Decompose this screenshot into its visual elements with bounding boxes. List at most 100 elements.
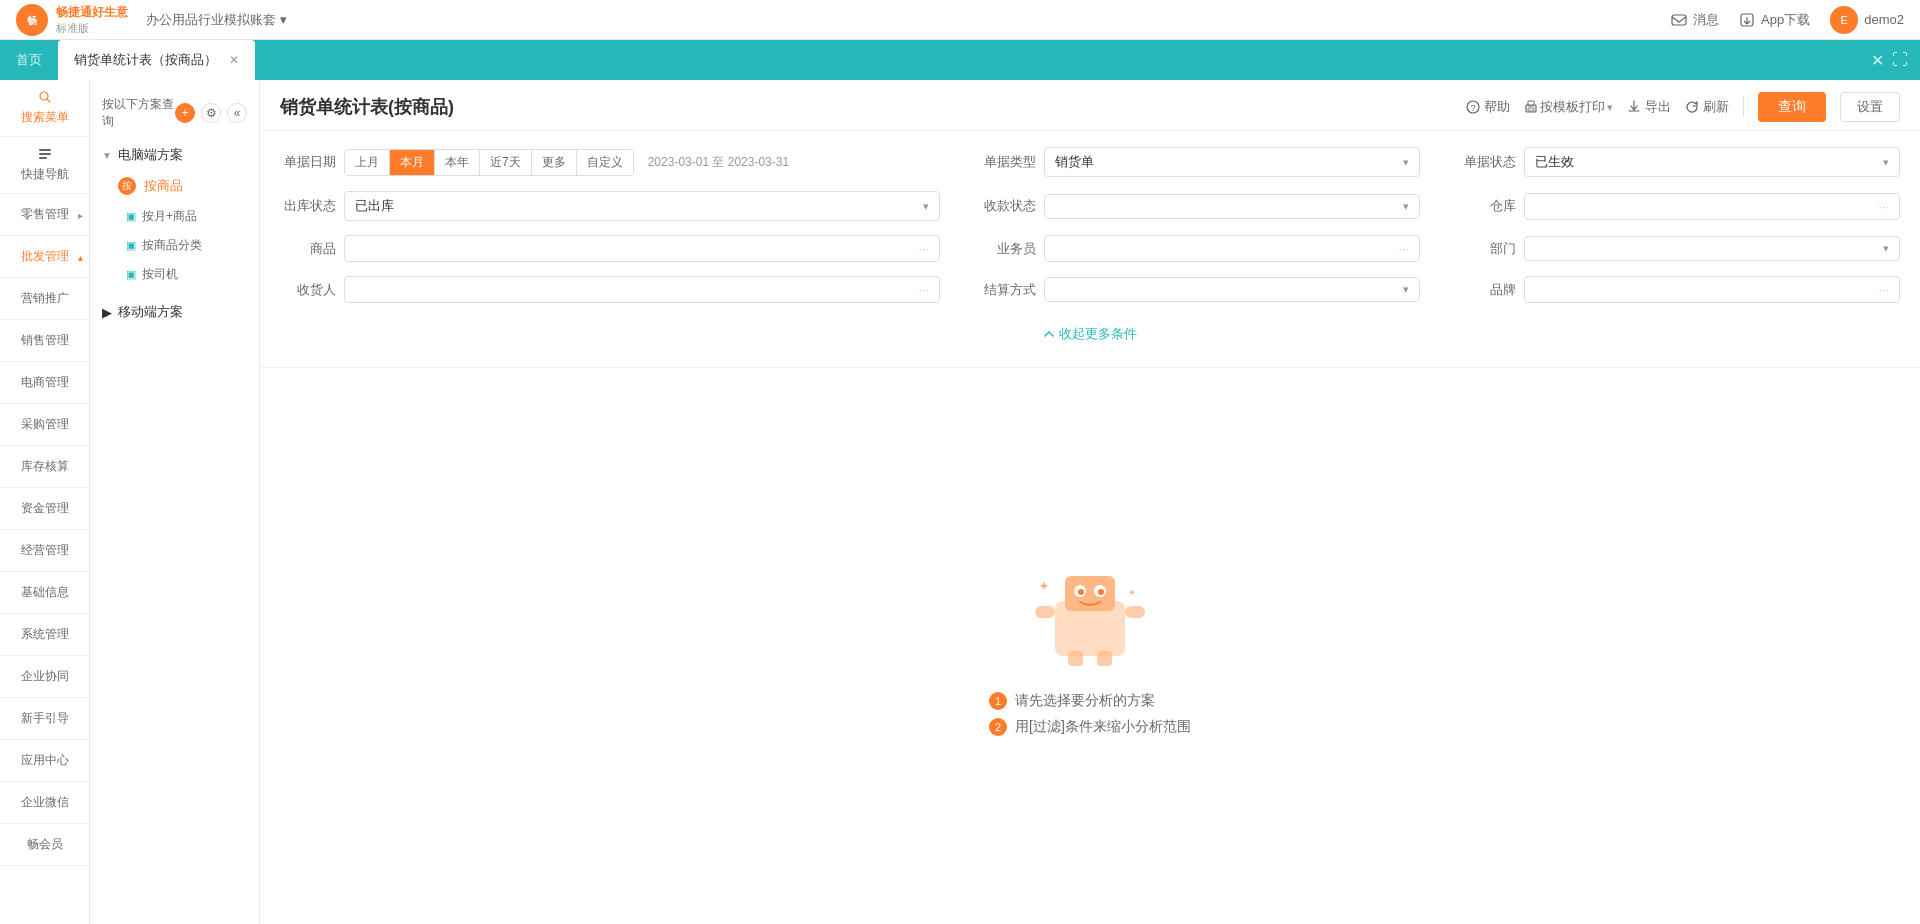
date-range-text: 2023-03-01 至 2023-03-31 [648, 154, 789, 171]
filter-panel: 按以下方案查询 + ⚙ « ▼ 电脑端方案 按 按商品 ▣ 按月+ [90, 80, 260, 924]
brand-select[interactable]: ··· [1524, 276, 1900, 303]
sidebar-item-sales[interactable]: 销售管理 [0, 320, 89, 362]
doc-type-select[interactable]: 销货单 ▾ [1044, 147, 1420, 177]
desktop-scheme-group[interactable]: ▼ 电脑端方案 [90, 140, 259, 170]
sidebar-item-system[interactable]: 系统管理 [0, 614, 89, 656]
export-button[interactable]: 导出 [1627, 98, 1671, 116]
sidebar-item-enterprise[interactable]: 企业协同 [0, 656, 89, 698]
receiver-select[interactable]: ··· [344, 276, 940, 303]
warehouse-select[interactable]: ··· [1524, 193, 1900, 220]
date-tab-more[interactable]: 更多 [532, 150, 577, 175]
scheme-icon-product: 按 [118, 177, 136, 195]
empty-illustration: ✦ ✦ [1030, 556, 1150, 676]
product-select[interactable]: ··· [344, 235, 940, 262]
filter-panel-title: 按以下方案查询 + ⚙ « [90, 90, 259, 136]
sidebar-item-wechat[interactable]: 企业微信 [0, 782, 89, 824]
out-status-select[interactable]: 已出库 ▾ [344, 191, 940, 221]
payment-status-label: 收款状态 [980, 197, 1036, 215]
sidebar-item-wholesale[interactable]: 批发管理 ▴ [0, 236, 89, 278]
payment-status-select[interactable]: ▾ [1044, 194, 1420, 219]
sidebar-item-inventory[interactable]: 库存核算 [0, 446, 89, 488]
date-tab-this-month[interactable]: 本月 [390, 150, 435, 175]
sidebar-item-finance[interactable]: 资金管理 [0, 488, 89, 530]
settlement-label: 结算方式 [980, 281, 1036, 299]
page-actions: ? 帮助 按模板打印 ▾ [1466, 92, 1900, 122]
message-button[interactable]: 消息 [1671, 11, 1719, 29]
collapse-more-button[interactable]: 收起更多条件 [280, 317, 1900, 351]
close-window-icon[interactable]: ✕ [1871, 51, 1884, 70]
date-tab-last-7days[interactable]: 近7天 [480, 150, 532, 175]
main-layout: 搜索菜单 快捷导航 零售管理 ▸ 批发管理 ▴ 营销推广 销售管理 电商管理 [0, 80, 1920, 924]
refresh-icon [1685, 100, 1699, 114]
salesman-field: 业务员 ··· [980, 235, 1420, 262]
date-tab-custom[interactable]: 自定义 [577, 150, 633, 175]
doc-status-arrow-icon: ▾ [1883, 156, 1889, 169]
help-icon: ? [1466, 100, 1480, 114]
print-dropdown-arrow[interactable]: ▾ [1607, 101, 1613, 114]
brand-field: 品牌 ··· [1460, 276, 1900, 303]
settlement-arrow-icon: ▾ [1403, 283, 1409, 296]
empty-text: 1 请先选择要分析的方案 2 用[过滤]条件来缩小分析范围 [989, 692, 1191, 736]
date-tab-last-month[interactable]: 上月 [345, 150, 390, 175]
svg-rect-20 [1125, 606, 1145, 618]
collapse-panel-button[interactable]: « [227, 103, 247, 123]
query-button[interactable]: 查询 [1758, 92, 1826, 122]
logo-icon: 畅 [16, 4, 48, 36]
tab-bar-actions: ✕ ⛶ [1871, 51, 1920, 70]
sidebar-quick-nav[interactable]: 快捷导航 [0, 137, 89, 194]
department-select[interactable]: ▾ [1524, 236, 1900, 261]
settlement-field: 结算方式 ▾ [980, 277, 1420, 302]
settings-scheme-button[interactable]: ⚙ [201, 103, 221, 123]
refresh-button[interactable]: 刷新 [1685, 98, 1729, 116]
payment-status-field: 收款状态 ▾ [980, 194, 1420, 219]
svg-rect-6 [39, 153, 51, 155]
scheme-by-cashier[interactable]: ▣ 按司机 [90, 260, 259, 289]
sidebar-search[interactable]: 搜索菜单 [0, 80, 89, 137]
chevron-up-icon: ▴ [78, 251, 83, 262]
sub-icon-3: ▣ [126, 268, 136, 281]
fullscreen-icon[interactable]: ⛶ [1892, 51, 1908, 69]
sidebar-item-newbie[interactable]: 新手引导 [0, 698, 89, 740]
sidebar-item-basic[interactable]: 基础信息 [0, 572, 89, 614]
user-avatar-area[interactable]: E demo2 [1830, 6, 1904, 34]
settings-button[interactable]: 设置 [1840, 92, 1900, 122]
help-button[interactable]: ? 帮助 [1466, 98, 1510, 116]
workspace-selector[interactable]: 办公用品行业模拟账套 ▾ [138, 7, 295, 33]
top-header: 畅 畅捷通好生意 标准版 办公用品行业模拟账套 ▾ 消息 A [0, 0, 1920, 40]
logo-text: 畅捷通好生意 标准版 [56, 4, 128, 36]
svg-rect-12 [1528, 108, 1534, 111]
sidebar-item-marketing[interactable]: 营销推广 [0, 278, 89, 320]
add-scheme-button[interactable]: + [175, 103, 195, 123]
date-label: 单据日期 [280, 153, 336, 171]
svg-text:✦: ✦ [1038, 578, 1050, 594]
sidebar-item-member[interactable]: 畅会员 [0, 824, 89, 866]
expand-icon: ▼ [102, 150, 112, 161]
mobile-scheme-group[interactable]: ▶ 移动端方案 [90, 297, 259, 327]
sidebar-item-retail[interactable]: 零售管理 ▸ [0, 194, 89, 236]
out-status-value: 已出库 [355, 197, 394, 215]
scheme-by-month-product[interactable]: ▣ 按月+商品 [90, 202, 259, 231]
receiver-more-icon: ··· [918, 282, 929, 297]
sidebar-item-ecommerce[interactable]: 电商管理 [0, 362, 89, 404]
scheme-by-product[interactable]: 按 按商品 [90, 170, 259, 202]
tab-sales-stat[interactable]: 销货单统计表（按商品） ✕ [58, 40, 255, 80]
logo-area: 畅 畅捷通好生意 标准版 [16, 4, 128, 36]
settlement-select[interactable]: ▾ [1044, 277, 1420, 302]
salesman-select[interactable]: ··· [1044, 235, 1420, 262]
tab-home[interactable]: 首页 [0, 40, 58, 80]
print-button[interactable]: 按模板打印 ▾ [1524, 98, 1613, 116]
sidebar-item-appcenter[interactable]: 应用中心 [0, 740, 89, 782]
empty-text-item-1: 1 请先选择要分析的方案 [989, 692, 1191, 710]
chevron-up-icon [1043, 328, 1055, 340]
step-2-badge: 2 [989, 718, 1007, 736]
sidebar-item-purchase[interactable]: 采购管理 [0, 404, 89, 446]
scheme-by-product-category[interactable]: ▣ 按商品分类 [90, 231, 259, 260]
desktop-scheme-section: ▼ 电脑端方案 按 按商品 ▣ 按月+商品 ▣ 按商品分类 ▣ 按司机 [90, 136, 259, 293]
tab-close-icon[interactable]: ✕ [229, 53, 239, 67]
app-download-button[interactable]: App下载 [1739, 11, 1810, 29]
search-icon [38, 90, 52, 104]
doc-status-select[interactable]: 已生效 ▾ [1524, 147, 1900, 177]
sidebar-item-operations[interactable]: 经营管理 [0, 530, 89, 572]
svg-text:?: ? [1470, 103, 1475, 113]
date-tab-this-year[interactable]: 本年 [435, 150, 480, 175]
